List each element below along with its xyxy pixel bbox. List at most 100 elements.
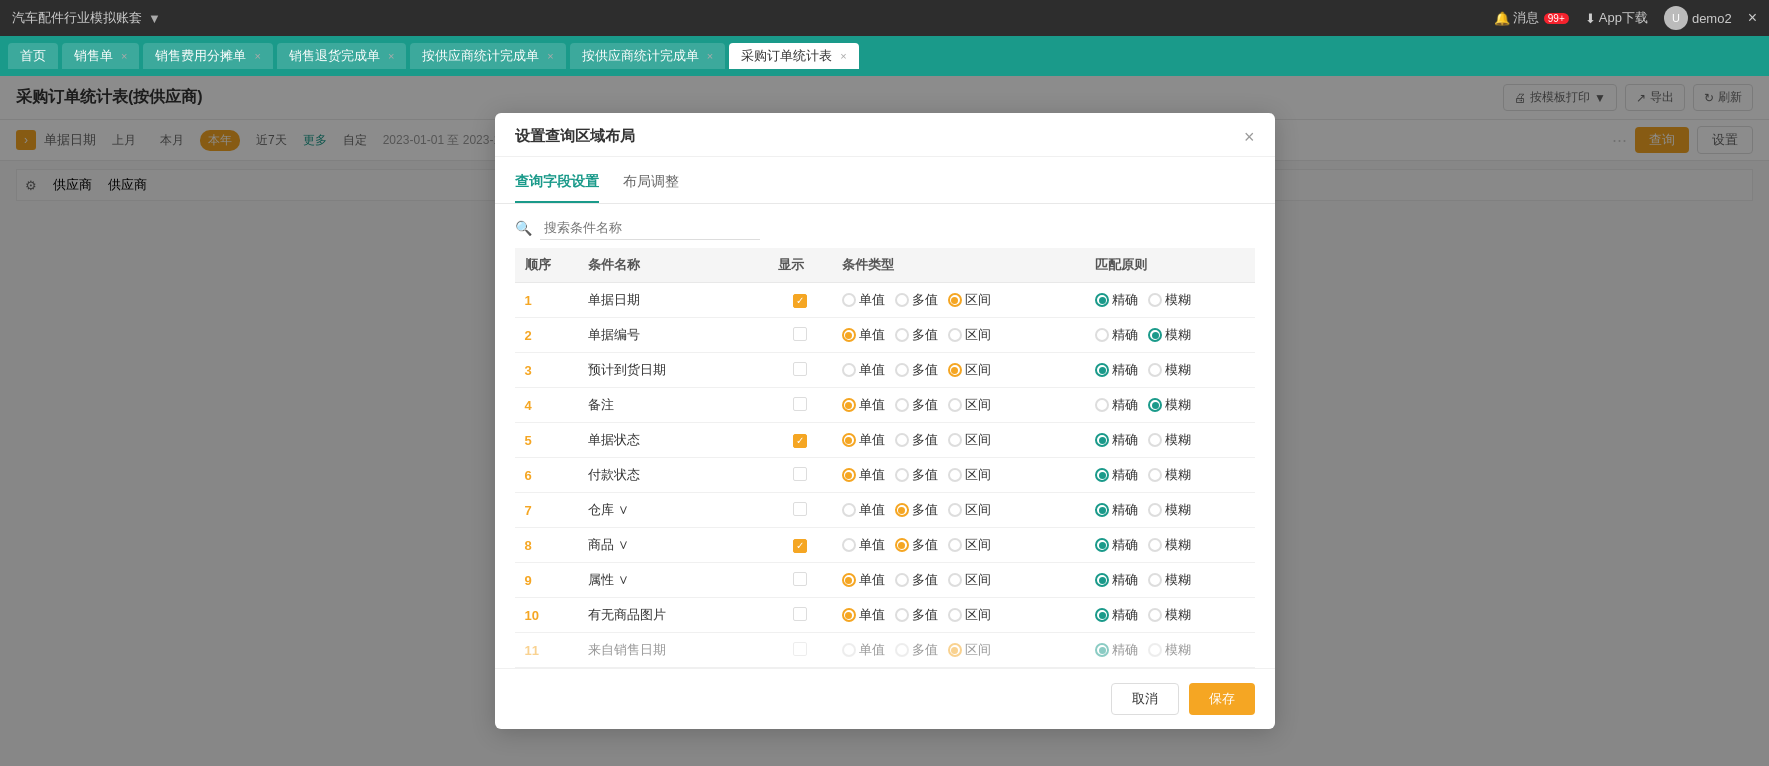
row-display-cb-2[interactable] [793, 362, 807, 376]
match-radio-精确[interactable]: 精确 [1095, 606, 1138, 624]
type-radio-区间[interactable]: 区间 [948, 571, 991, 589]
tab-purchase-stat[interactable]: 采购订单统计表 × [729, 43, 858, 69]
notification-btn[interactable]: 🔔 消息 99+ [1494, 9, 1569, 27]
tab-vendor-stat2-close[interactable]: × [707, 50, 713, 62]
tab-vendor-stat1-close[interactable]: × [547, 50, 553, 62]
tab-vendor-stat1[interactable]: 按供应商统计完成单 × [410, 43, 565, 69]
match-radio-模糊[interactable]: 模糊 [1148, 431, 1191, 449]
match-radio-模糊[interactable]: 模糊 [1148, 571, 1191, 589]
match-radio-精确[interactable]: 精确 [1095, 431, 1138, 449]
match-radio-模糊[interactable]: 模糊 [1148, 466, 1191, 484]
tab-home[interactable]: 首页 [8, 43, 58, 69]
match-radio-group-1: 精确 模糊 [1095, 326, 1244, 344]
match-radio-精确[interactable]: 精确 [1095, 291, 1138, 309]
row-display-cb-1[interactable] [793, 327, 807, 341]
match-radio-精确[interactable]: 精确 [1095, 571, 1138, 589]
tab-sales-close[interactable]: × [121, 50, 127, 62]
row-display-cb-7[interactable] [793, 539, 807, 553]
modal-close-btn[interactable]: × [1244, 128, 1255, 146]
type-radio-多值[interactable]: 多值 [895, 326, 938, 344]
modal-tab-layout[interactable]: 布局调整 [623, 167, 679, 203]
row-display-cb-3[interactable] [793, 397, 807, 411]
tab-vendor-stat2[interactable]: 按供应商统计完成单 × [570, 43, 725, 69]
type-radio-多值[interactable]: 多值 [895, 536, 938, 554]
type-radio-单值[interactable]: 单值 [842, 466, 885, 484]
type-radio-区间[interactable]: 区间 [948, 396, 991, 414]
app-dropdown-icon[interactable]: ▼ [148, 11, 161, 26]
type-radio-区间[interactable]: 区间 [948, 466, 991, 484]
tab-sales[interactable]: 销售单 × [62, 43, 139, 69]
type-radio-单值[interactable]: 单值 [842, 501, 885, 519]
save-btn[interactable]: 保存 [1189, 683, 1255, 715]
type-radio-多值[interactable]: 多值 [895, 431, 938, 449]
row-order-7: 8 [525, 538, 532, 553]
row-display-cb-5[interactable] [793, 467, 807, 481]
type-radio-区间[interactable]: 区间 [948, 291, 991, 309]
type-radio-单值[interactable]: 单值 [842, 641, 885, 659]
type-radio-单值[interactable]: 单值 [842, 396, 885, 414]
row-order-0: 1 [525, 293, 532, 308]
match-radio-模糊[interactable]: 模糊 [1148, 641, 1191, 659]
modal-tab-query[interactable]: 查询字段设置 [515, 167, 599, 203]
match-radio-精确[interactable]: 精确 [1095, 641, 1138, 659]
row-display-cb-6[interactable] [793, 502, 807, 516]
match-radio-精确[interactable]: 精确 [1095, 361, 1138, 379]
col-name: 条件名称 [578, 248, 768, 283]
match-radio-精确[interactable]: 精确 [1095, 501, 1138, 519]
row-order-6: 7 [525, 503, 532, 518]
match-radio-模糊[interactable]: 模糊 [1148, 291, 1191, 309]
type-radio-区间[interactable]: 区间 [948, 606, 991, 624]
type-radio-单值[interactable]: 单值 [842, 536, 885, 554]
row-display-cb-4[interactable] [793, 434, 807, 448]
match-radio-模糊[interactable]: 模糊 [1148, 501, 1191, 519]
match-radio-精确[interactable]: 精确 [1095, 536, 1138, 554]
match-radio-模糊[interactable]: 模糊 [1148, 606, 1191, 624]
type-radio-多值[interactable]: 多值 [895, 396, 938, 414]
type-radio-单值[interactable]: 单值 [842, 431, 885, 449]
type-radio-多值[interactable]: 多值 [895, 466, 938, 484]
match-radio-模糊[interactable]: 模糊 [1148, 536, 1191, 554]
type-radio-group-0: 单值 多值 区间 [842, 291, 1076, 309]
user-avatar[interactable]: U demo2 [1664, 6, 1732, 30]
type-radio-区间[interactable]: 区间 [948, 431, 991, 449]
type-radio-单值[interactable]: 单值 [842, 291, 885, 309]
cancel-btn[interactable]: 取消 [1111, 683, 1179, 715]
modal-search-input[interactable] [540, 216, 760, 240]
type-radio-多值[interactable]: 多值 [895, 501, 938, 519]
row-display-cb-8[interactable] [793, 572, 807, 586]
match-radio-group-9: 精确 模糊 [1095, 606, 1244, 624]
match-radio-group-10: 精确 模糊 [1095, 641, 1244, 659]
tab-sales-return[interactable]: 销售退货完成单 × [277, 43, 406, 69]
match-radio-模糊[interactable]: 模糊 [1148, 396, 1191, 414]
type-radio-多值[interactable]: 多值 [895, 606, 938, 624]
type-radio-单值[interactable]: 单值 [842, 571, 885, 589]
match-radio-模糊[interactable]: 模糊 [1148, 361, 1191, 379]
row-display-cb-9[interactable] [793, 607, 807, 621]
type-radio-区间[interactable]: 区间 [948, 501, 991, 519]
row-display-cb-0[interactable] [793, 294, 807, 308]
type-radio-多值[interactable]: 多值 [895, 361, 938, 379]
match-radio-模糊[interactable]: 模糊 [1148, 326, 1191, 344]
match-radio-精确[interactable]: 精确 [1095, 396, 1138, 414]
app-download-btn[interactable]: ⬇ App下载 [1585, 9, 1648, 27]
type-radio-多值[interactable]: 多值 [895, 291, 938, 309]
row-name-9: 有无商品图片 [588, 607, 666, 622]
type-radio-单值[interactable]: 单值 [842, 361, 885, 379]
match-radio-精确[interactable]: 精确 [1095, 326, 1138, 344]
top-close-btn[interactable]: × [1748, 9, 1757, 27]
type-radio-单值[interactable]: 单值 [842, 606, 885, 624]
row-display-cb-10[interactable] [793, 642, 807, 656]
type-radio-区间[interactable]: 区间 [948, 326, 991, 344]
modal-dialog: 设置查询区域布局 × 查询字段设置 布局调整 🔍 [495, 113, 1275, 729]
tab-sales-cost-close[interactable]: × [254, 50, 260, 62]
tab-purchase-stat-close[interactable]: × [840, 50, 846, 62]
match-radio-精确[interactable]: 精确 [1095, 466, 1138, 484]
type-radio-区间[interactable]: 区间 [948, 641, 991, 659]
type-radio-区间[interactable]: 区间 [948, 536, 991, 554]
tab-sales-cost[interactable]: 销售费用分摊单 × [143, 43, 272, 69]
type-radio-单值[interactable]: 单值 [842, 326, 885, 344]
type-radio-多值[interactable]: 多值 [895, 571, 938, 589]
type-radio-多值[interactable]: 多值 [895, 641, 938, 659]
tab-sales-return-close[interactable]: × [388, 50, 394, 62]
type-radio-区间[interactable]: 区间 [948, 361, 991, 379]
